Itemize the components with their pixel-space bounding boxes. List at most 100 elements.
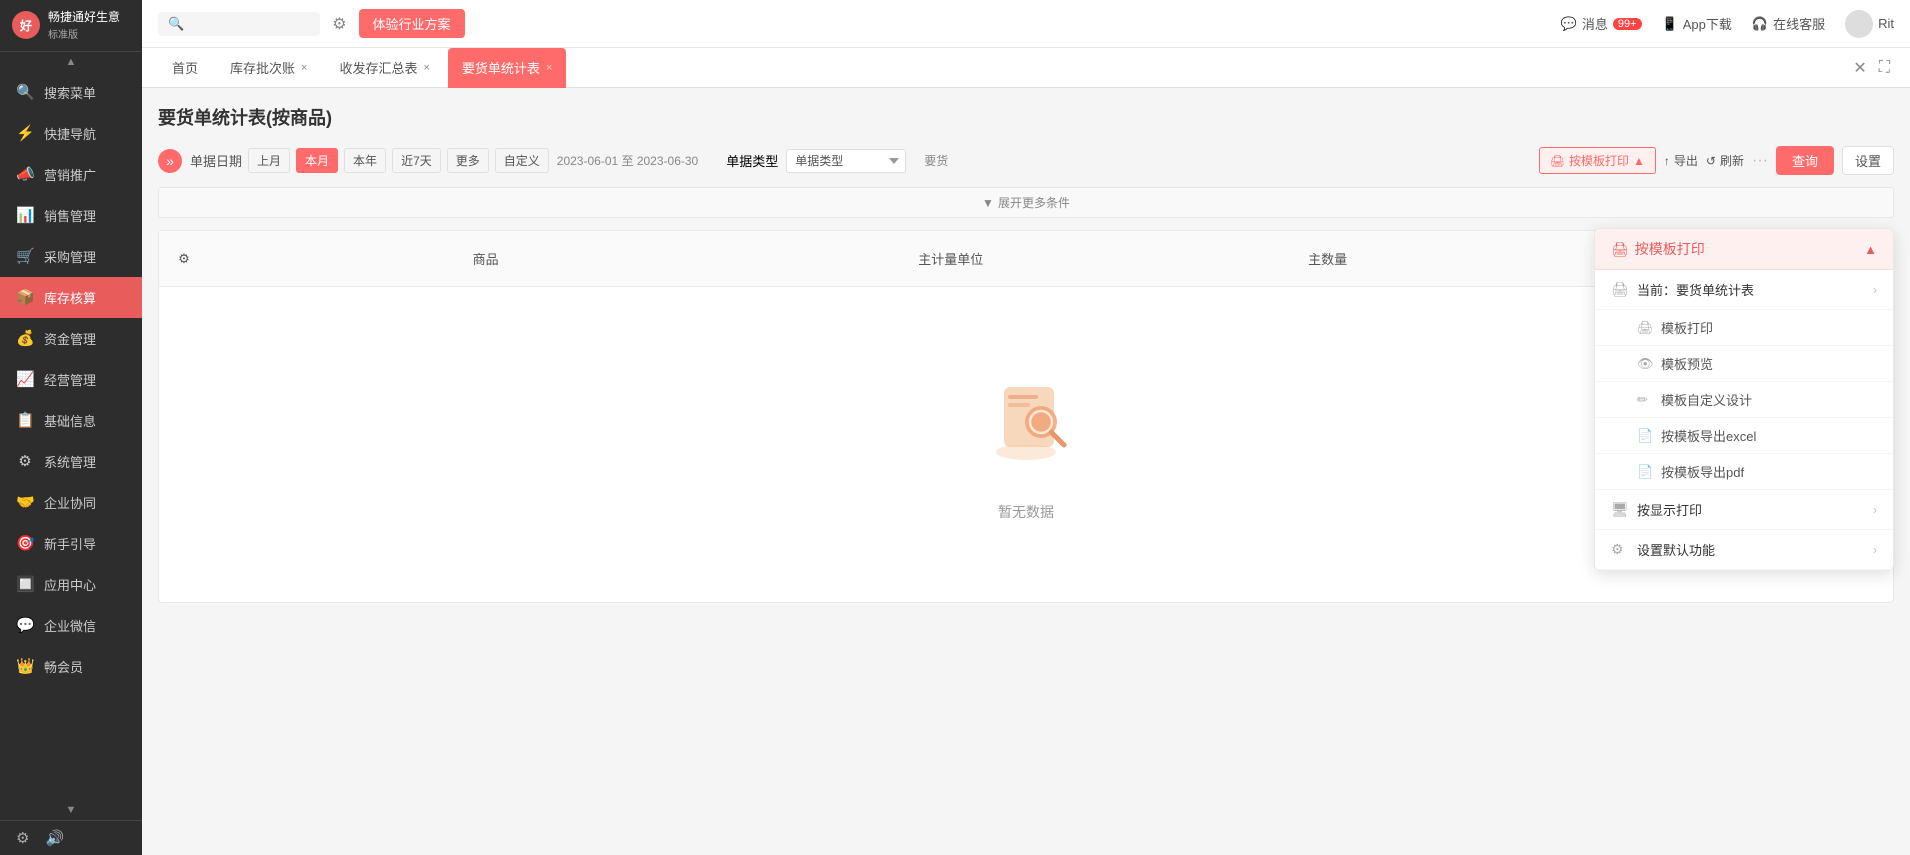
chevron-up-icon[interactable]: ▲ [1864, 242, 1877, 257]
user-avatar-area[interactable]: Rit [1845, 10, 1894, 38]
sidebar-item-wechat[interactable]: 💬 企业微信 [0, 605, 142, 646]
template-preview-label: 模板预览 [1661, 354, 1713, 373]
dropdown-title-label: 按模板打印 [1635, 239, 1705, 259]
marketing-icon: 📣 [16, 165, 34, 183]
inventory-icon: 📦 [16, 288, 34, 306]
dropdown-template-print[interactable]: 🖨 模板打印 [1595, 310, 1893, 346]
tab-receipts-summary-close[interactable]: × [423, 62, 429, 74]
sidebar-item-newbie[interactable]: 🎯 新手引导 [0, 523, 142, 564]
date-btn-7days[interactable]: 近7天 [392, 148, 441, 173]
app-download-label: App下载 [1683, 14, 1732, 33]
tab-order-stats-label: 要货单统计表 [462, 58, 540, 77]
sidebar-item-label: 企业微信 [44, 616, 96, 635]
sidebar-item-basics[interactable]: 📋 基础信息 [0, 400, 142, 441]
sidebar: 好 畅捷通好生意 标准版 ▲ 🔍 搜索菜单 ⚡ 快捷导航 📣 营销推广 📊 销售… [0, 0, 142, 855]
more-options-btn[interactable]: ··· [1752, 152, 1768, 170]
finance-icon: 💰 [16, 329, 34, 347]
sidebar-item-apps[interactable]: 🔲 应用中心 [0, 564, 142, 605]
dropdown-set-default[interactable]: ⚙ 设置默认功能 › [1595, 530, 1893, 570]
refresh-label: 刷新 [1720, 152, 1744, 169]
member-icon: 👑 [16, 657, 34, 675]
tab-inventory-batch[interactable]: 库存批次账 × [216, 48, 321, 88]
tab-maximize-btn[interactable]: ⛶ [1875, 54, 1894, 82]
display-print-label: 按显示打印 [1637, 500, 1702, 519]
sidebar-item-enterprise[interactable]: 🤝 企业协同 [0, 482, 142, 523]
sidebar-item-search[interactable]: 🔍 搜索菜单 [0, 72, 142, 113]
sidebar-item-shortcut[interactable]: ⚡ 快捷导航 [0, 113, 142, 154]
app-download-link[interactable]: 📱 App下载 [1662, 14, 1732, 33]
search-box[interactable]: 🔍 [158, 12, 320, 36]
date-btn-current[interactable]: 本月 [296, 148, 338, 173]
gear-icon-top[interactable]: ⚙ [332, 14, 346, 34]
settings-btn[interactable]: 设置 [1842, 146, 1894, 175]
display-print-icon: 🖥 [1611, 501, 1627, 518]
current-template-left: 🖨 当前：要货单统计表 [1611, 280, 1754, 299]
template-design-label: 模板自定义设计 [1661, 390, 1752, 409]
online-service-link[interactable]: 🎧 在线客服 [1752, 14, 1825, 33]
tab-home-label: 首页 [172, 58, 198, 77]
audio-bottom-icon[interactable]: 🔊 [45, 829, 64, 847]
col-settings[interactable]: ⚙ [159, 243, 209, 275]
set-default-icon: ⚙ [1611, 541, 1627, 558]
expand-toggle-btn[interactable]: » [158, 149, 182, 173]
tab-inventory-batch-close[interactable]: × [301, 62, 307, 74]
logo-icon: 好 [12, 11, 40, 39]
app-name: 畅捷通好生意 [48, 10, 120, 26]
template-design-icon: ✏ [1637, 392, 1653, 408]
dropdown-export-pdf[interactable]: 📄 按模板导出pdf [1595, 454, 1893, 490]
template-preview-icon: 👁 [1637, 356, 1653, 372]
sales-icon: 📊 [16, 206, 34, 224]
refresh-btn[interactable]: ↺ 刷新 [1706, 152, 1744, 169]
expand-more-label: 展开更多条件 [998, 194, 1070, 211]
sidebar-item-finance[interactable]: 💰 资金管理 [0, 318, 142, 359]
sidebar-item-marketing[interactable]: 📣 营销推广 [0, 154, 142, 195]
dropdown-display-print[interactable]: 🖥 按显示打印 › [1595, 490, 1893, 530]
sidebar-item-member[interactable]: 👑 畅会员 [0, 646, 142, 687]
tab-order-stats[interactable]: 要货单统计表 × [448, 48, 566, 88]
dropdown-current-template[interactable]: 🖨 当前：要货单统计表 › [1595, 270, 1893, 310]
sidebar-item-operations[interactable]: 📈 经营管理 [0, 359, 142, 400]
dropdown-export-excel[interactable]: 📄 按模板导出excel [1595, 418, 1893, 454]
date-btn-year[interactable]: 本年 [344, 148, 386, 173]
date-btn-more[interactable]: 更多 [447, 148, 489, 173]
dropdown-template-preview[interactable]: 👁 模板预览 [1595, 346, 1893, 382]
sidebar-item-label: 快捷导航 [44, 124, 96, 143]
sidebar-item-system[interactable]: ⚙ 系统管理 [0, 441, 142, 482]
set-default-label: 设置默认功能 [1637, 540, 1715, 559]
date-btn-prev[interactable]: 上月 [248, 148, 290, 173]
tab-order-stats-close[interactable]: × [546, 62, 552, 74]
experience-btn[interactable]: 体验行业方案 [359, 9, 465, 38]
tab-home[interactable]: 首页 [158, 48, 212, 88]
print-template-btn[interactable]: 🖨 按模板打印 ▲ [1539, 147, 1656, 174]
sidebar-item-label: 畅会员 [44, 657, 83, 676]
date-btn-custom[interactable]: 自定义 [495, 148, 549, 173]
expand-more-row[interactable]: ▼ 展开更多条件 [158, 187, 1894, 218]
sidebar-scroll-down[interactable]: ▼ [0, 800, 142, 820]
sidebar-item-label: 库存核算 [44, 288, 96, 307]
sidebar-item-label: 新手引导 [44, 534, 96, 553]
message-icon: 💬 [1561, 16, 1577, 32]
sidebar-item-sales[interactable]: 📊 销售管理 [0, 195, 142, 236]
messages-link[interactable]: 💬 消息 99+ [1561, 14, 1642, 33]
current-template-label: 当前：要货单统计表 [1637, 280, 1754, 299]
type-select[interactable]: 单据类型 [786, 149, 906, 173]
toolbar-right: 🖨 按模板打印 ▲ ↑ 导出 ↺ 刷新 ··· 查询 设置 [1539, 146, 1894, 175]
top-bar-right: 💬 消息 99+ 📱 App下载 🎧 在线客服 Rit [1561, 10, 1894, 38]
settings-bottom-icon[interactable]: ⚙ [16, 829, 29, 847]
sidebar-item-inventory[interactable]: 📦 库存核算 [0, 277, 142, 318]
search-input[interactable] [190, 16, 310, 31]
tab-receipts-summary[interactable]: 收发存汇总表 × [325, 48, 443, 88]
query-btn[interactable]: 查询 [1776, 146, 1834, 175]
export-excel-icon: 📄 [1637, 428, 1653, 444]
app-badge: 标准版 [48, 26, 120, 41]
sidebar-item-label: 企业协同 [44, 493, 96, 512]
sidebar-item-purchase[interactable]: 🛒 采购管理 [0, 236, 142, 277]
tab-close-window-btn[interactable]: ✕ [1849, 54, 1870, 82]
empty-text: 暂无数据 [998, 502, 1054, 522]
export-btn[interactable]: ↑ 导出 [1664, 152, 1698, 169]
app-logo: 好 畅捷通好生意 标准版 [0, 0, 142, 52]
dropdown-header-actions: ▲ [1864, 242, 1877, 257]
sidebar-scroll-up[interactable]: ▲ [0, 52, 142, 72]
dropdown-template-design[interactable]: ✏ 模板自定义设计 [1595, 382, 1893, 418]
sidebar-item-label: 系统管理 [44, 452, 96, 471]
